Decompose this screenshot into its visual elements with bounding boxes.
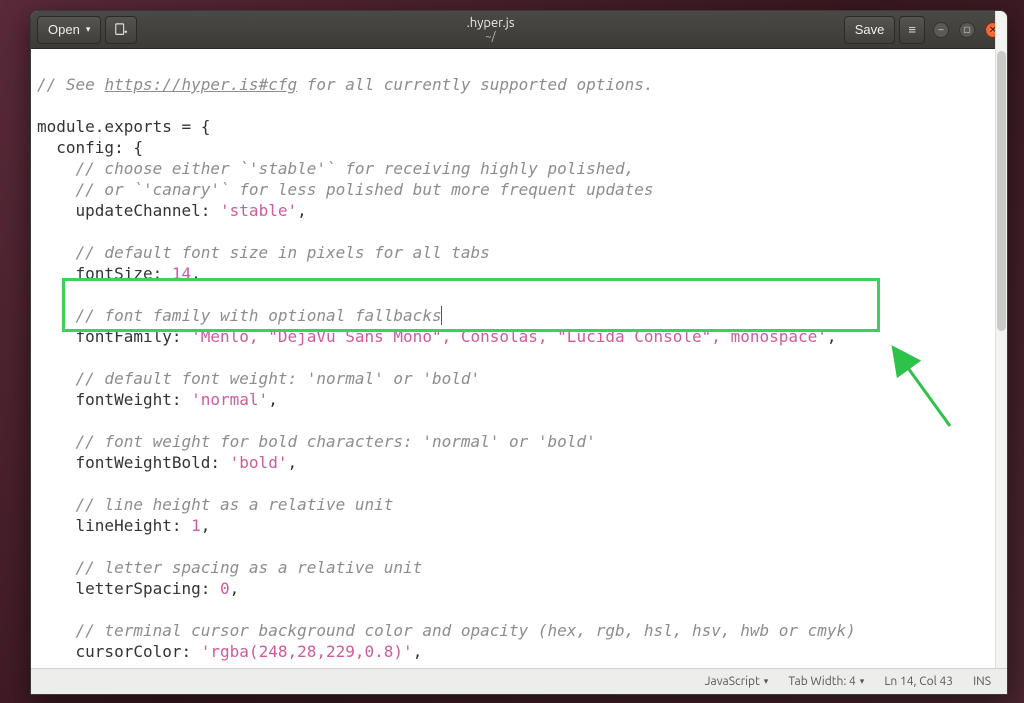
code-line: config: { (37, 138, 143, 157)
open-button[interactable]: Open ▾ (37, 16, 101, 44)
hamburger-menu-button[interactable]: ≡ (899, 16, 925, 44)
code-line: // default font size in pixels for all t… (37, 243, 490, 262)
editor-window: Open ▾ .hyper.js ~/ Save ≡ – ▢ ✕ // See … (30, 10, 1008, 695)
code-line: // default font weight: 'normal' or 'bol… (37, 369, 480, 388)
window-title: .hyper.js ~/ (137, 16, 843, 42)
code-line: module.exports = { (37, 117, 210, 136)
filename: .hyper.js (137, 16, 843, 30)
code-line: // choose either `'stable'` for receivin… (37, 159, 634, 178)
code-line: fontWeightBold: 'bold', (37, 453, 297, 472)
code-line: // letter spacing as a relative unit (37, 558, 422, 577)
code-line: // or `'canary'` for less polished but m… (37, 180, 654, 199)
code-line: // font family with optional fallbacks (37, 306, 442, 325)
tabwidth-label: Tab Width: 4 (788, 675, 855, 688)
chevron-down-icon: ▾ (764, 676, 769, 687)
code-line: updateChannel: 'stable', (37, 201, 307, 220)
insert-mode[interactable]: INS (967, 675, 997, 688)
code-line: // line height as a relative unit (37, 495, 393, 514)
language-label: JavaScript (705, 675, 760, 688)
cursor-label: Ln 14, Col 43 (884, 675, 953, 688)
chevron-down-icon: ▾ (86, 24, 91, 35)
chevron-down-icon: ▾ (860, 676, 865, 687)
code-line: lineHeight: 1, (37, 516, 210, 535)
code-line: // See https://hyper.is#cfg for all curr… (37, 75, 654, 94)
tabwidth-selector[interactable]: Tab Width: 4 ▾ (782, 675, 870, 688)
cursor-position[interactable]: Ln 14, Col 43 (878, 675, 959, 688)
code-line: letterSpacing: 0, (37, 579, 239, 598)
vertical-scrollbar[interactable] (995, 11, 1007, 668)
code-line: // font weight for bold characters: 'nor… (37, 432, 596, 451)
language-selector[interactable]: JavaScript ▾ (699, 675, 775, 688)
maximize-button[interactable]: ▢ (959, 22, 975, 38)
new-document-icon (114, 23, 128, 37)
save-button[interactable]: Save (844, 16, 896, 44)
hamburger-icon: ≡ (908, 22, 916, 37)
statusbar: JavaScript ▾ Tab Width: 4 ▾ Ln 14, Col 4… (31, 668, 1007, 694)
text-cursor (441, 306, 442, 325)
scrollbar-thumb[interactable] (997, 51, 1006, 331)
code-line: fontSize: 14, (37, 264, 201, 283)
code-line: fontWeight: 'normal', (37, 390, 278, 409)
code-line: cursorColor: 'rgba(248,28,229,0.8)', (37, 642, 422, 661)
titlebar: Open ▾ .hyper.js ~/ Save ≡ – ▢ ✕ (31, 11, 1007, 49)
save-label: Save (855, 22, 885, 37)
minimize-icon: – (939, 24, 944, 35)
minimize-button[interactable]: – (933, 22, 949, 38)
code-line: fontFamily: 'Menlo, "DejaVu Sans Mono", … (37, 327, 837, 346)
filepath: ~/ (137, 31, 843, 43)
code-line: // terminal cursor background color and … (37, 621, 856, 640)
maximize-icon: ▢ (963, 25, 971, 34)
new-document-button[interactable] (105, 16, 137, 44)
window-controls: – ▢ ✕ (933, 22, 1001, 38)
code-editor[interactable]: // See https://hyper.is#cfg for all curr… (31, 49, 1007, 668)
mode-label: INS (973, 675, 991, 688)
open-label: Open (48, 22, 80, 37)
